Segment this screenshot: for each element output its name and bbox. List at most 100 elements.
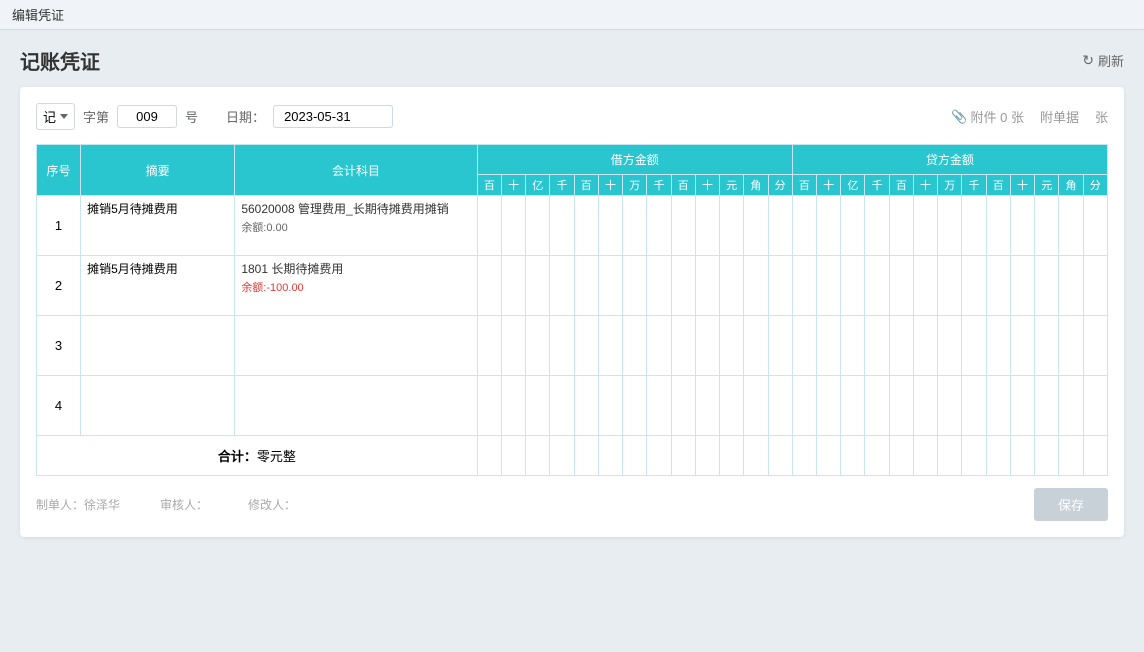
attachment-link[interactable]: 📎 附件 0 张 xyxy=(951,107,1024,126)
row-4-debit-1[interactable] xyxy=(477,376,501,436)
row-1-credit-3[interactable] xyxy=(841,196,865,256)
row-3-credit-10[interactable] xyxy=(1010,316,1034,376)
row-3-credit-1[interactable] xyxy=(792,316,816,376)
row-1-credit-8[interactable] xyxy=(962,196,986,256)
row-1-account[interactable]: 56020008 管理费用_长期待摊费用摊销余额:0.00 xyxy=(235,196,477,256)
row-4-debit-5[interactable] xyxy=(574,376,598,436)
refresh-button[interactable]: ↻ 刷新 xyxy=(1082,51,1124,70)
row-3-debit-10[interactable] xyxy=(695,316,719,376)
row-3-debit-11[interactable] xyxy=(720,316,744,376)
row-4-credit-6[interactable] xyxy=(913,376,937,436)
row-1-debit-4[interactable] xyxy=(550,196,574,256)
row-3-debit-1[interactable] xyxy=(477,316,501,376)
date-input[interactable] xyxy=(273,105,393,128)
row-1-debit-13[interactable] xyxy=(768,196,792,256)
row-2-debit-4[interactable] xyxy=(550,256,574,316)
row-3-credit-3[interactable] xyxy=(841,316,865,376)
row-3-debit-9[interactable] xyxy=(671,316,695,376)
row-2-credit-6[interactable] xyxy=(913,256,937,316)
row-4-summary[interactable] xyxy=(81,376,235,436)
row-2-credit-3[interactable] xyxy=(841,256,865,316)
row-2-credit-4[interactable] xyxy=(865,256,889,316)
row-1-debit-7[interactable] xyxy=(623,196,647,256)
row-2-credit-7[interactable] xyxy=(938,256,962,316)
row-2-debit-5[interactable] xyxy=(574,256,598,316)
save-button[interactable]: 保存 xyxy=(1034,488,1108,521)
row-2-debit-10[interactable] xyxy=(695,256,719,316)
row-1-credit-10[interactable] xyxy=(1010,196,1034,256)
row-2-debit-7[interactable] xyxy=(623,256,647,316)
row-1-credit-11[interactable] xyxy=(1035,196,1059,256)
row-3-credit-12[interactable] xyxy=(1059,316,1083,376)
row-4-credit-11[interactable] xyxy=(1035,376,1059,436)
row-3-credit-8[interactable] xyxy=(962,316,986,376)
row-2-credit-13[interactable] xyxy=(1083,256,1107,316)
row-3-credit-6[interactable] xyxy=(913,316,937,376)
row-1-debit-5[interactable] xyxy=(574,196,598,256)
row-4-account[interactable] xyxy=(235,376,477,436)
row-1-credit-6[interactable] xyxy=(913,196,937,256)
row-3-credit-11[interactable] xyxy=(1035,316,1059,376)
row-3-credit-13[interactable] xyxy=(1083,316,1107,376)
row-3-credit-7[interactable] xyxy=(938,316,962,376)
row-1-credit-5[interactable] xyxy=(889,196,913,256)
row-3-summary[interactable] xyxy=(81,316,235,376)
row-1-debit-8[interactable] xyxy=(647,196,671,256)
row-4-credit-13[interactable] xyxy=(1083,376,1107,436)
row-4-credit-10[interactable] xyxy=(1010,376,1034,436)
row-4-debit-2[interactable] xyxy=(501,376,525,436)
row-1-debit-6[interactable] xyxy=(598,196,622,256)
row-4-debit-12[interactable] xyxy=(744,376,768,436)
row-1-debit-9[interactable] xyxy=(671,196,695,256)
row-4-credit-2[interactable] xyxy=(817,376,841,436)
row-1-credit-4[interactable] xyxy=(865,196,889,256)
row-1-summary[interactable]: 摊销5月待摊费用 xyxy=(81,196,235,256)
row-4-debit-3[interactable] xyxy=(526,376,550,436)
row-4-credit-5[interactable] xyxy=(889,376,913,436)
row-2-credit-9[interactable] xyxy=(986,256,1010,316)
row-3-debit-12[interactable] xyxy=(744,316,768,376)
row-1-debit-11[interactable] xyxy=(720,196,744,256)
row-1-debit-2[interactable] xyxy=(501,196,525,256)
row-2-credit-12[interactable] xyxy=(1059,256,1083,316)
row-3-credit-4[interactable] xyxy=(865,316,889,376)
row-4-debit-10[interactable] xyxy=(695,376,719,436)
row-3-debit-5[interactable] xyxy=(574,316,598,376)
row-2-credit-11[interactable] xyxy=(1035,256,1059,316)
row-4-credit-4[interactable] xyxy=(865,376,889,436)
row-2-credit-1[interactable] xyxy=(792,256,816,316)
row-1-credit-12[interactable] xyxy=(1059,196,1083,256)
row-2-debit-13[interactable] xyxy=(768,256,792,316)
row-2-debit-12[interactable] xyxy=(744,256,768,316)
ji-select[interactable]: 记 xyxy=(36,103,75,130)
row-3-debit-7[interactable] xyxy=(623,316,647,376)
row-3-credit-5[interactable] xyxy=(889,316,913,376)
row-3-debit-6[interactable] xyxy=(598,316,622,376)
row-3-debit-13[interactable] xyxy=(768,316,792,376)
row-1-credit-2[interactable] xyxy=(817,196,841,256)
row-2-debit-2[interactable] xyxy=(501,256,525,316)
row-2-credit-10[interactable] xyxy=(1010,256,1034,316)
row-4-debit-11[interactable] xyxy=(720,376,744,436)
row-2-debit-1[interactable] xyxy=(477,256,501,316)
row-1-debit-3[interactable] xyxy=(526,196,550,256)
row-4-debit-9[interactable] xyxy=(671,376,695,436)
row-1-debit-1[interactable] xyxy=(477,196,501,256)
row-3-credit-9[interactable] xyxy=(986,316,1010,376)
row-4-credit-9[interactable] xyxy=(986,376,1010,436)
row-2-account[interactable]: 1801 长期待摊费用余额:-100.00 xyxy=(235,256,477,316)
row-2-debit-6[interactable] xyxy=(598,256,622,316)
row-4-debit-4[interactable] xyxy=(550,376,574,436)
row-1-credit-13[interactable] xyxy=(1083,196,1107,256)
attach-single-label[interactable]: 附单据 xyxy=(1040,107,1079,126)
row-4-debit-6[interactable] xyxy=(598,376,622,436)
row-3-debit-8[interactable] xyxy=(647,316,671,376)
row-3-debit-4[interactable] xyxy=(550,316,574,376)
row-2-debit-11[interactable] xyxy=(720,256,744,316)
row-3-account[interactable] xyxy=(235,316,477,376)
row-4-credit-7[interactable] xyxy=(938,376,962,436)
row-2-credit-8[interactable] xyxy=(962,256,986,316)
row-2-debit-9[interactable] xyxy=(671,256,695,316)
row-4-credit-1[interactable] xyxy=(792,376,816,436)
row-4-credit-3[interactable] xyxy=(841,376,865,436)
